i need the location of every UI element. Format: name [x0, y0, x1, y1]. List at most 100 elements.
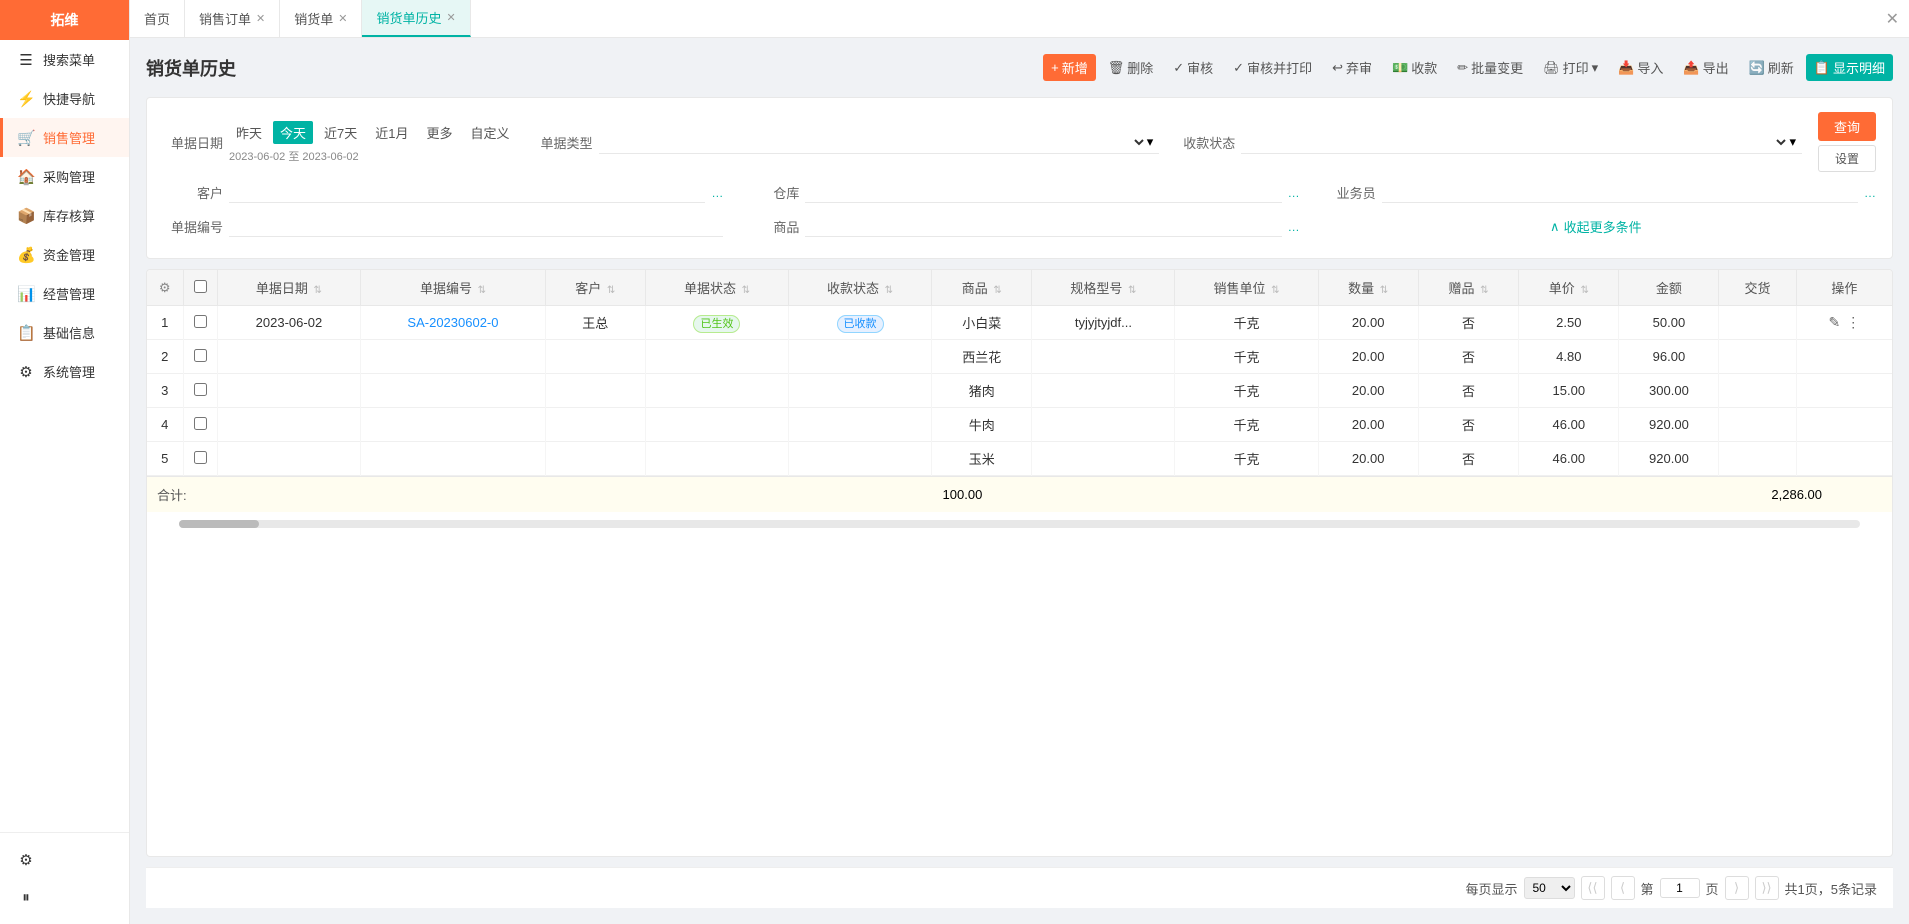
- sidebar-item-label: 采购管理: [43, 167, 95, 186]
- audit-button[interactable]: ✓ 审核: [1165, 54, 1221, 81]
- tab-sales-delivery-history-close[interactable]: ✕: [447, 11, 456, 24]
- col-gear[interactable]: ⚙: [147, 270, 183, 306]
- import-button[interactable]: 📥 导入: [1610, 54, 1671, 81]
- page-size-select[interactable]: 50 100 200: [1524, 877, 1575, 899]
- sidebar-item-inventory[interactable]: 📦 库存核算: [0, 196, 129, 235]
- cell-checkbox[interactable]: [183, 306, 217, 340]
- sidebar-item-label: 经营管理: [43, 284, 95, 303]
- collect-status-select[interactable]: [1247, 134, 1789, 150]
- footer-amount: 2,286.00: [1042, 487, 1882, 502]
- doc-no-label: 单据编号: [163, 217, 223, 236]
- unit-sort-icon[interactable]: ⇅: [1271, 285, 1279, 296]
- cell-amount: 50.00: [1619, 306, 1719, 340]
- sidebar-item-search[interactable]: ☰ 搜索菜单: [0, 40, 129, 79]
- unit-price-sort-icon[interactable]: ⇅: [1580, 285, 1588, 296]
- sidebar-item-operations[interactable]: 📊 经营管理: [0, 274, 129, 313]
- filter-settings-button[interactable]: 设置: [1818, 145, 1876, 172]
- table-scroll-thumb[interactable]: [179, 520, 259, 528]
- date-more[interactable]: 更多: [420, 121, 460, 144]
- tab-home[interactable]: 首页: [130, 0, 185, 37]
- sidebar-pause-btn[interactable]: ⏸: [0, 879, 129, 916]
- date-1month[interactable]: 近1月: [368, 121, 415, 144]
- doc-status-sort-icon[interactable]: ⇅: [742, 285, 750, 296]
- product-sort-icon[interactable]: ⇅: [993, 285, 1001, 296]
- collect-label: 收款: [1411, 58, 1437, 77]
- gift-sort-icon[interactable]: ⇅: [1480, 285, 1488, 296]
- topnav-close-btn[interactable]: ✕: [1886, 9, 1899, 29]
- cell-checkbox[interactable]: [183, 374, 217, 408]
- tab-sales-delivery[interactable]: 销货单 ✕: [280, 0, 362, 37]
- export-button[interactable]: 📤 导出: [1675, 54, 1736, 81]
- cell-doc-date: 2023-06-02: [217, 306, 361, 340]
- col-doc-no-label: 单据编号: [420, 281, 472, 296]
- tab-sales-order-close[interactable]: ✕: [256, 12, 265, 25]
- collect-button[interactable]: 💵 收款: [1384, 54, 1445, 81]
- cell-product: 猪肉: [932, 374, 1032, 408]
- audit-label: 审核: [1187, 58, 1213, 77]
- prev-page-btn[interactable]: ⟨: [1611, 876, 1635, 900]
- show-detail-button[interactable]: 📋 显示明细: [1806, 54, 1893, 81]
- sidebar-item-basic[interactable]: 📋 基础信息: [0, 313, 129, 352]
- sales-icon: 🛒: [17, 129, 35, 147]
- cell-unit-price: 2.50: [1519, 306, 1619, 340]
- date-7days[interactable]: 近7天: [317, 121, 364, 144]
- warehouse-input[interactable]: [805, 182, 1281, 203]
- batch-change-button[interactable]: ✏ 批量变更: [1449, 54, 1531, 81]
- sidebar-item-purchase[interactable]: 🏠 采购管理: [0, 157, 129, 196]
- customer-more-btn[interactable]: …: [711, 186, 723, 200]
- query-button[interactable]: 查询: [1818, 112, 1876, 141]
- last-page-btn[interactable]: ⟩⟩: [1755, 876, 1779, 900]
- collapse-btn[interactable]: ∧ 收起更多条件: [1546, 213, 1646, 240]
- table-scrollbar[interactable]: [179, 520, 1860, 528]
- warehouse-more-btn[interactable]: …: [1288, 186, 1300, 200]
- cell-checkbox[interactable]: [183, 442, 217, 476]
- customer-input[interactable]: [229, 182, 705, 203]
- audit-print-button[interactable]: ✓ 审核并打印: [1225, 54, 1320, 81]
- collect-status-dropdown-icon: ▾: [1789, 134, 1796, 150]
- date-custom[interactable]: 自定义: [464, 121, 517, 144]
- sidebar-settings-btn[interactable]: ⚙: [0, 841, 129, 879]
- page-number-input[interactable]: [1660, 878, 1700, 898]
- sidebar-item-quicknav[interactable]: ⚡ 快捷导航: [0, 79, 129, 118]
- sidebar-item-system[interactable]: ⚙ 系统管理: [0, 352, 129, 391]
- refresh-button[interactable]: 🔄 刷新: [1741, 54, 1802, 81]
- cell-checkbox[interactable]: [183, 408, 217, 442]
- col-doc-date-label: 单据日期: [256, 281, 308, 296]
- new-button[interactable]: + 新增: [1043, 54, 1096, 81]
- collect-status-sort-icon[interactable]: ⇅: [885, 285, 893, 296]
- cell-checkbox[interactable]: [183, 340, 217, 374]
- salesperson-more-btn[interactable]: …: [1864, 186, 1876, 200]
- topnav-right: ✕: [1886, 9, 1909, 29]
- filter-row-1: 单据日期 昨天 今天 近7天 近1月 更多 自定义 2023-06-02 至 2…: [163, 112, 1876, 172]
- next-page-btn[interactable]: ⟩: [1725, 876, 1749, 900]
- doc-type-select[interactable]: [605, 134, 1147, 150]
- doc-no-link[interactable]: SA-20230602-0: [407, 315, 498, 330]
- first-page-btn[interactable]: ⟨⟨: [1581, 876, 1605, 900]
- cell-unit: 千克: [1175, 374, 1318, 408]
- delete-button[interactable]: 🗑 删除: [1100, 54, 1162, 81]
- doc-no-input[interactable]: [229, 216, 723, 237]
- discard-button[interactable]: ↩ 弃审: [1324, 54, 1380, 81]
- spec-sort-icon[interactable]: ⇅: [1128, 285, 1136, 296]
- doc-no-sort-icon[interactable]: ⇅: [478, 285, 486, 296]
- sidebar-item-finance[interactable]: 💰 资金管理: [0, 235, 129, 274]
- more-action-icon[interactable]: ⋮: [1846, 314, 1860, 330]
- date-today[interactable]: 今天: [273, 121, 313, 144]
- sidebar-item-sales[interactable]: 🛒 销售管理: [0, 118, 129, 157]
- product-more-btn[interactable]: …: [1288, 220, 1300, 234]
- select-all-checkbox[interactable]: [194, 280, 207, 293]
- customer-sort-icon[interactable]: ⇅: [607, 285, 615, 296]
- table-row: 2 西兰花 千克 20.00 否 4.80 96.00: [147, 340, 1892, 374]
- salesperson-input[interactable]: [1382, 182, 1858, 203]
- tab-sales-delivery-history[interactable]: 销货单历史 ✕: [362, 0, 470, 37]
- print-button[interactable]: 🖨 打印 ▾: [1535, 54, 1606, 81]
- tab-sales-order[interactable]: 销售订单 ✕: [185, 0, 280, 37]
- tab-sales-delivery-close[interactable]: ✕: [338, 12, 347, 25]
- date-yesterday[interactable]: 昨天: [229, 121, 269, 144]
- qty-sort-icon[interactable]: ⇅: [1380, 285, 1388, 296]
- product-input[interactable]: [805, 216, 1281, 237]
- col-gift: 赠品 ⇅: [1418, 270, 1518, 306]
- doc-date-sort-icon[interactable]: ⇅: [314, 285, 322, 296]
- edit-icon[interactable]: ✎: [1828, 314, 1840, 330]
- col-checkbox[interactable]: [183, 270, 217, 306]
